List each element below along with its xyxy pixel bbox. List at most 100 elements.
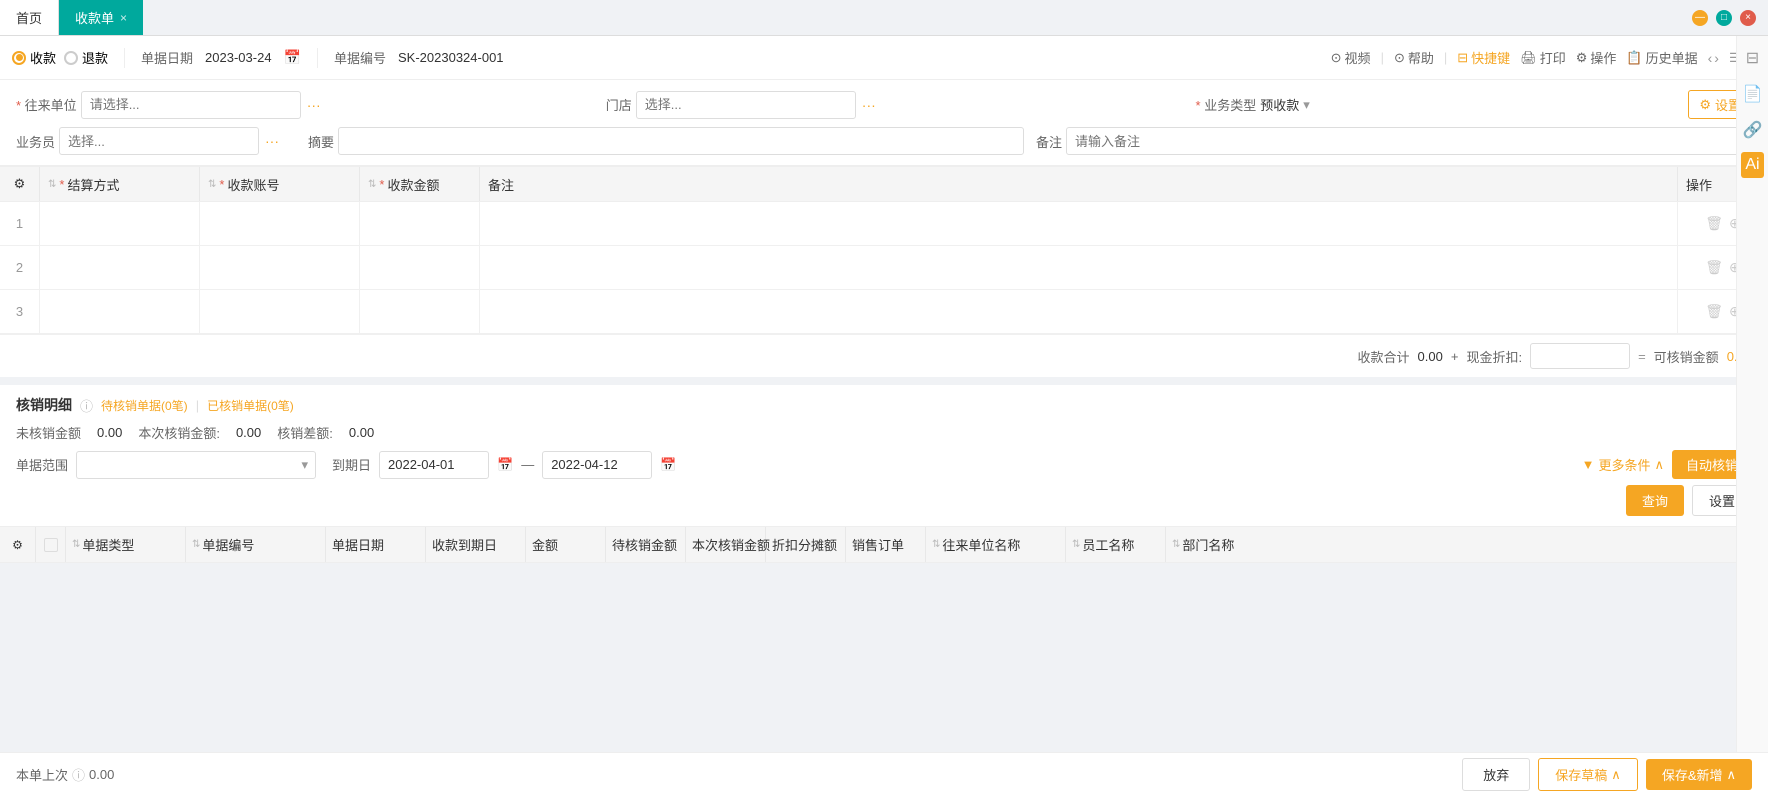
shortcut-button[interactable]: ⊟ 快捷键 bbox=[1457, 48, 1510, 67]
business-type-label: 业务类型 bbox=[1196, 95, 1257, 114]
cal-icon-1[interactable]: 📅 bbox=[497, 457, 513, 473]
video-button[interactable]: ⊙ 视频 bbox=[1331, 48, 1371, 67]
minimize-button[interactable]: — bbox=[1692, 10, 1708, 26]
sort-icon: ⇅ bbox=[1172, 539, 1180, 550]
sidebar-doc-icon[interactable]: 📄 bbox=[1739, 80, 1767, 108]
cal-icon-2[interactable]: 📅 bbox=[660, 457, 676, 473]
equals-sign: = bbox=[1638, 349, 1646, 364]
due-date-from[interactable] bbox=[379, 451, 489, 479]
remark-input[interactable] bbox=[1066, 127, 1752, 155]
wo-stats: 未核销金额 0.00 本次核销金额: 0.00 核销差额: 0.00 bbox=[16, 423, 1752, 442]
collect-radio-inner bbox=[16, 54, 23, 61]
row-remark-1[interactable] bbox=[480, 202, 1678, 245]
delete-icon-1[interactable]: 🗑 bbox=[1705, 215, 1723, 232]
row-account-2[interactable] bbox=[200, 246, 360, 289]
history-button[interactable]: 📋 历史单据 bbox=[1626, 48, 1697, 67]
business-type-section: 业务类型 预收款 ▾ bbox=[1196, 95, 1681, 114]
row-amount-2[interactable] bbox=[360, 246, 480, 289]
footer-right: 放弃 保存草稿 ∧ 保存&新增 ∧ bbox=[1462, 758, 1752, 791]
delete-icon-3[interactable]: 🗑 bbox=[1705, 303, 1723, 320]
delete-icon-2[interactable]: 🗑 bbox=[1705, 259, 1723, 276]
row-num-2: 2 bbox=[0, 246, 40, 289]
next-arrow[interactable]: › bbox=[1714, 50, 1719, 66]
sort-icon: ⇅ bbox=[932, 539, 940, 550]
window-controls: — □ × bbox=[1692, 10, 1768, 26]
this-slip-label: 本单上次 bbox=[16, 765, 68, 784]
staff-more-icon[interactable]: ··· bbox=[265, 133, 279, 149]
right-sidebar: ⊟ 📄 🔗 Ai bbox=[1736, 36, 1768, 752]
table-area: ⚙ ⇅ * 结算方式 ⇅ * 收款账号 ⇅ * 收款金额 备注 操作 1 bbox=[0, 166, 1768, 377]
bth-sales: 销售订单 bbox=[846, 527, 926, 562]
done-tab[interactable]: 已核销单据(0笔) bbox=[207, 397, 294, 414]
form-row-2: 业务员 ··· 摘要 备注 bbox=[16, 127, 1752, 155]
refund-label: 退款 bbox=[82, 48, 108, 67]
counterpart-more-icon[interactable]: ··· bbox=[307, 97, 321, 113]
gear-icon: ⚙ bbox=[1699, 97, 1711, 113]
number-label: 单据编号 bbox=[334, 48, 386, 67]
print-button[interactable]: 🖨 打印 bbox=[1520, 48, 1566, 67]
date-separator: — bbox=[521, 457, 534, 472]
chevron-up-icon: ∧ bbox=[1654, 457, 1664, 473]
wo-filter-row: 单据范围 ▾ 到期日 📅 — 📅 ▼ 更多条件 ∧ 自动核销 bbox=[16, 450, 1752, 479]
save-new-button[interactable]: 保存&新增 ∧ bbox=[1646, 759, 1752, 790]
close-button[interactable]: × bbox=[1740, 10, 1756, 26]
row-account-1[interactable] bbox=[200, 202, 360, 245]
counterpart-label: 往来单位 bbox=[16, 95, 77, 114]
staff-label: 业务员 bbox=[16, 132, 55, 151]
th-gear[interactable]: ⚙ bbox=[0, 167, 40, 201]
refund-radio[interactable]: 退款 bbox=[64, 48, 108, 67]
sort-icon-2: ⇅ bbox=[208, 179, 216, 190]
row-account-3[interactable] bbox=[200, 290, 360, 333]
help-button[interactable]: ⊙ 帮助 bbox=[1394, 48, 1434, 67]
tab-home[interactable]: 首页 bbox=[0, 0, 59, 35]
due-date-label: 到期日 bbox=[332, 455, 371, 474]
prev-arrow[interactable]: ‹ bbox=[1708, 50, 1713, 66]
pending-tab[interactable]: 待核销单据(0笔) bbox=[101, 397, 188, 414]
range-select[interactable] bbox=[76, 451, 316, 479]
divider-2 bbox=[317, 48, 318, 68]
select-all-checkbox[interactable] bbox=[44, 538, 58, 552]
row-amount-1[interactable] bbox=[360, 202, 480, 245]
discount-label: 现金折扣: bbox=[1466, 347, 1522, 366]
sidebar-ai-icon[interactable]: Ai bbox=[1741, 152, 1763, 178]
business-type-dropdown[interactable]: ▾ bbox=[1303, 97, 1310, 113]
this-amount-value: 0.00 bbox=[236, 425, 261, 440]
more-conditions-button[interactable]: ▼ 更多条件 ∧ bbox=[1582, 455, 1664, 474]
row-remark-3[interactable] bbox=[480, 290, 1678, 333]
query-button[interactable]: 查询 bbox=[1626, 485, 1684, 516]
th-settle-label: * bbox=[59, 177, 64, 192]
bth-gear[interactable]: ⚙ bbox=[0, 527, 36, 562]
save-draft-button[interactable]: 保存草稿 ∧ bbox=[1538, 758, 1638, 791]
sidebar-table-icon[interactable]: ⊟ bbox=[1742, 44, 1763, 72]
tab-close-icon[interactable]: × bbox=[120, 11, 127, 25]
range-wrapper: 单据范围 ▾ bbox=[16, 451, 316, 479]
store-more-icon[interactable]: ··· bbox=[862, 97, 876, 113]
discount-input[interactable] bbox=[1530, 343, 1630, 369]
operate-button[interactable]: ⚙ 操作 bbox=[1576, 48, 1617, 67]
sort-icon-3: ⇅ bbox=[368, 179, 376, 190]
filter-icon: ▼ bbox=[1582, 457, 1595, 472]
bottom-table: ⚙ ⇅ 单据类型 ⇅ 单据编号 单据日期 收款到期日 金额 待核销金额 本次核销… bbox=[0, 526, 1768, 563]
due-date-to[interactable] bbox=[542, 451, 652, 479]
row-remark-2[interactable] bbox=[480, 246, 1678, 289]
row-settle-1[interactable] bbox=[40, 202, 200, 245]
discard-button[interactable]: 放弃 bbox=[1462, 758, 1530, 791]
this-amount-label: 本次核销金额: bbox=[138, 423, 220, 442]
collect-radio[interactable]: 收款 bbox=[12, 48, 56, 67]
maximize-button[interactable]: □ bbox=[1716, 10, 1732, 26]
staff-input[interactable] bbox=[59, 127, 259, 155]
tab-active[interactable]: 收款单 × bbox=[59, 0, 143, 35]
row-settle-3[interactable] bbox=[40, 290, 200, 333]
row-amount-3[interactable] bbox=[360, 290, 480, 333]
counterpart-input[interactable] bbox=[81, 91, 301, 119]
sort-icon: ⇅ bbox=[48, 179, 56, 190]
remark-section: 备注 bbox=[1036, 127, 1752, 155]
summary-row: 收款合计 0.00 + 现金折扣: = 可核销金额 0.00 bbox=[0, 334, 1768, 377]
bth-discount: 折扣分摊额 bbox=[766, 527, 846, 562]
summary-input[interactable] bbox=[338, 127, 1024, 155]
row-settle-2[interactable] bbox=[40, 246, 200, 289]
calendar-icon[interactable]: 📅 bbox=[284, 49, 301, 66]
sort-icon: ⇅ bbox=[1072, 539, 1080, 550]
sidebar-link-icon[interactable]: 🔗 bbox=[1739, 116, 1767, 144]
store-input[interactable] bbox=[636, 91, 856, 119]
